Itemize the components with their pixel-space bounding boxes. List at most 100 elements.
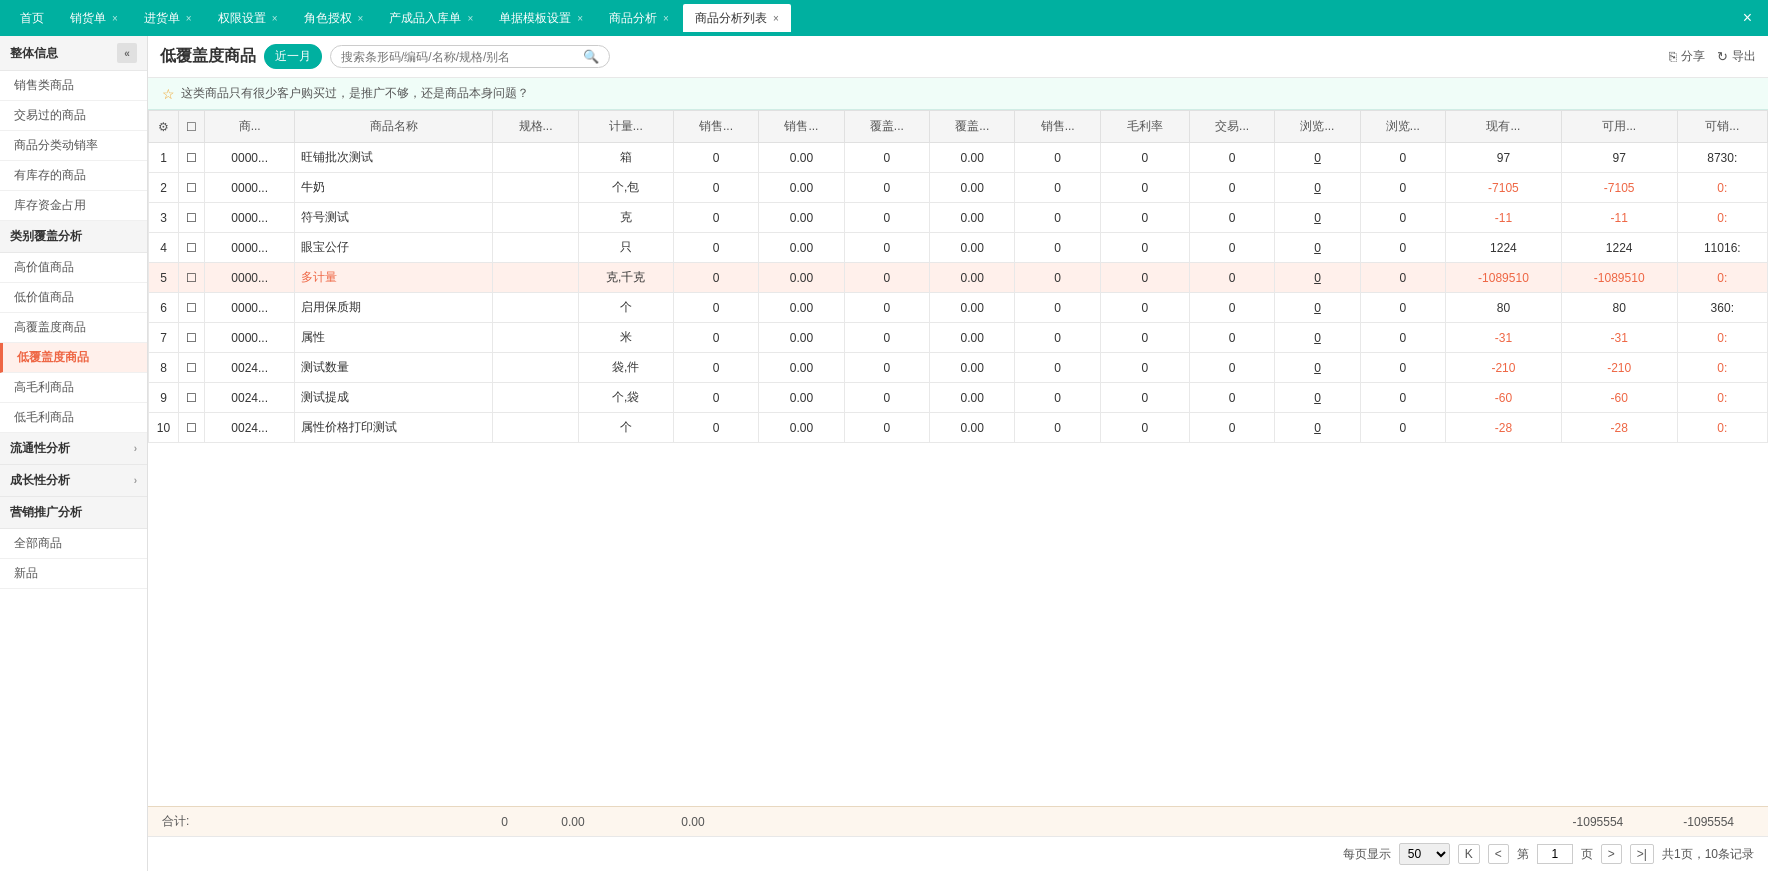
nav-tab-sales[interactable]: 销货单 × [58,4,130,32]
footer-sales-amt: 0.00 [561,815,621,829]
nav-tab-product-analysis-list[interactable]: 商品分析列表 × [683,4,791,32]
sales3-col-header[interactable]: 销售... [1015,111,1100,143]
sellable-col-header[interactable]: 可销... [1677,111,1767,143]
available-col-header[interactable]: 可用... [1561,111,1677,143]
cover1-col-header[interactable]: 覆盖... [844,111,929,143]
current-col-header[interactable]: 现有... [1446,111,1562,143]
view2-col-header[interactable]: 浏览... [1360,111,1445,143]
close-icon[interactable]: × [773,13,779,24]
sales-amt-col-header[interactable]: 销售... [759,111,844,143]
nav-tab-role[interactable]: 角色授权 × [292,4,376,32]
sidebar-item-low-coverage[interactable]: 低覆盖度商品 [0,343,147,373]
nav-tab-template[interactable]: 单据模板设置 × [487,4,595,32]
table-cell: 0: [1677,203,1767,233]
table-cell[interactable]: ☐ [179,173,205,203]
sidebar-section-variety[interactable]: 类别覆盖分析 [0,221,147,253]
table-cell: 80 [1561,293,1677,323]
table-cell[interactable]: ☐ [179,323,205,353]
close-icon[interactable]: × [358,13,364,24]
nav-tab-purchase[interactable]: 进货单 × [132,4,204,32]
gross-col-header[interactable]: 毛利率 [1100,111,1189,143]
spec-col-header[interactable]: 规格... [493,111,578,143]
unit-col-header[interactable]: 计量... [578,111,673,143]
search-input[interactable] [341,50,579,64]
table-cell: 0: [1677,413,1767,443]
search-box[interactable]: 🔍 [330,45,610,68]
sidebar-item-low-value[interactable]: 低价值商品 [0,283,147,313]
sidebar-item-high-coverage[interactable]: 高覆盖度商品 [0,313,147,343]
close-icon[interactable]: × [272,13,278,24]
table-cell[interactable]: ☐ [179,233,205,263]
table-cell: 0 [1189,413,1274,443]
table-cell: 0 [673,203,758,233]
check-col-header[interactable]: ☐ [179,111,205,143]
sidebar-item-new-goods[interactable]: 新品 [0,559,147,589]
table-cell: 个,袋 [578,383,673,413]
table-cell[interactable]: ☐ [179,353,205,383]
filter-recent-month-button[interactable]: 近一月 [264,44,322,69]
sidebar-item-low-margin[interactable]: 低毛利商品 [0,403,147,433]
close-icon[interactable]: × [663,13,669,24]
table-row: 5☐0000...多计量克,千克00.0000.0000000-1089510-… [149,263,1768,293]
table-cell[interactable]: ☐ [179,413,205,443]
sidebar-item-traded-goods[interactable]: 交易过的商品 [0,101,147,131]
table-cell: 0 [844,293,929,323]
first-page-button[interactable]: K [1458,844,1480,864]
close-icon[interactable]: × [112,13,118,24]
trade-col-header[interactable]: 交易... [1189,111,1274,143]
table-cell: -210 [1446,353,1562,383]
table-cell: 0 [1360,143,1445,173]
view1-col-header[interactable]: 浏览... [1275,111,1360,143]
nav-tab-product-analysis[interactable]: 商品分析 × [597,4,681,32]
table-cell: 0: [1677,383,1767,413]
sidebar-item-high-value[interactable]: 高价值商品 [0,253,147,283]
sidebar-item-stocked-goods[interactable]: 有库存的商品 [0,161,147,191]
sidebar-item-high-margin[interactable]: 高毛利商品 [0,373,147,403]
sidebar-item-sales-goods[interactable]: 销售类商品 [0,71,147,101]
table-cell: -60 [1561,383,1677,413]
sidebar-item-category-sales-rate[interactable]: 商品分类动销率 [0,131,147,161]
sidebar-section-growth[interactable]: 成长性分析 › [0,465,147,497]
table-cell: 0 [1189,353,1274,383]
close-icon[interactable]: × [467,13,473,24]
last-page-button[interactable]: >| [1630,844,1654,864]
nav-tab-permission[interactable]: 权限设置 × [206,4,290,32]
table-cell: 0 [1275,263,1360,293]
table-cell: 8730: [1677,143,1767,173]
sidebar-section-flow[interactable]: 流通性分析 › [0,433,147,465]
export-button[interactable]: ↻ 导出 [1717,48,1756,65]
name-col-header[interactable]: 商品名称 [295,111,493,143]
table-cell[interactable]: ☐ [179,383,205,413]
page-number-input[interactable] [1537,844,1573,864]
table-cell[interactable]: ☐ [179,203,205,233]
close-icon[interactable]: × [577,13,583,24]
table-container[interactable]: ⚙ ☐ 商... 商品名称 规格... 计量... 销售... 销售... 覆盖… [148,110,1768,806]
table-cell: 0 [1015,203,1100,233]
nav-tab-home[interactable]: 首页 [8,4,56,32]
table-cell: 0 [1100,143,1189,173]
table-cell[interactable]: ☐ [179,293,205,323]
sidebar-item-stock-capital[interactable]: 库存资金占用 [0,191,147,221]
window-close-button[interactable]: × [1735,9,1760,27]
next-page-button[interactable]: > [1601,844,1622,864]
cover2-col-header[interactable]: 覆盖... [930,111,1015,143]
share-button[interactable]: ⎘ 分享 [1669,48,1705,65]
sales-qty-col-header[interactable]: 销售... [673,111,758,143]
close-icon[interactable]: × [186,13,192,24]
sidebar-item-all-goods[interactable]: 全部商品 [0,529,147,559]
page-size-select[interactable]: 50 100 200 [1399,843,1450,865]
table-cell: 个 [578,293,673,323]
sidebar-section-overall[interactable]: 整体信息 « [0,36,147,71]
table-cell: 个,包 [578,173,673,203]
table-cell: 0 [1275,143,1360,173]
table-cell[interactable]: ☐ [179,143,205,173]
code-col-header[interactable]: 商... [205,111,295,143]
search-icon[interactable]: 🔍 [583,49,599,64]
settings-col-header[interactable]: ⚙ [149,111,179,143]
nav-tab-product-inbound[interactable]: 产成品入库单 × [377,4,485,32]
table-cell: 0.00 [930,383,1015,413]
table-cell[interactable]: ☐ [179,263,205,293]
collapse-icon[interactable]: « [117,43,137,63]
sidebar-section-marketing[interactable]: 营销推广分析 [0,497,147,529]
prev-page-button[interactable]: < [1488,844,1509,864]
